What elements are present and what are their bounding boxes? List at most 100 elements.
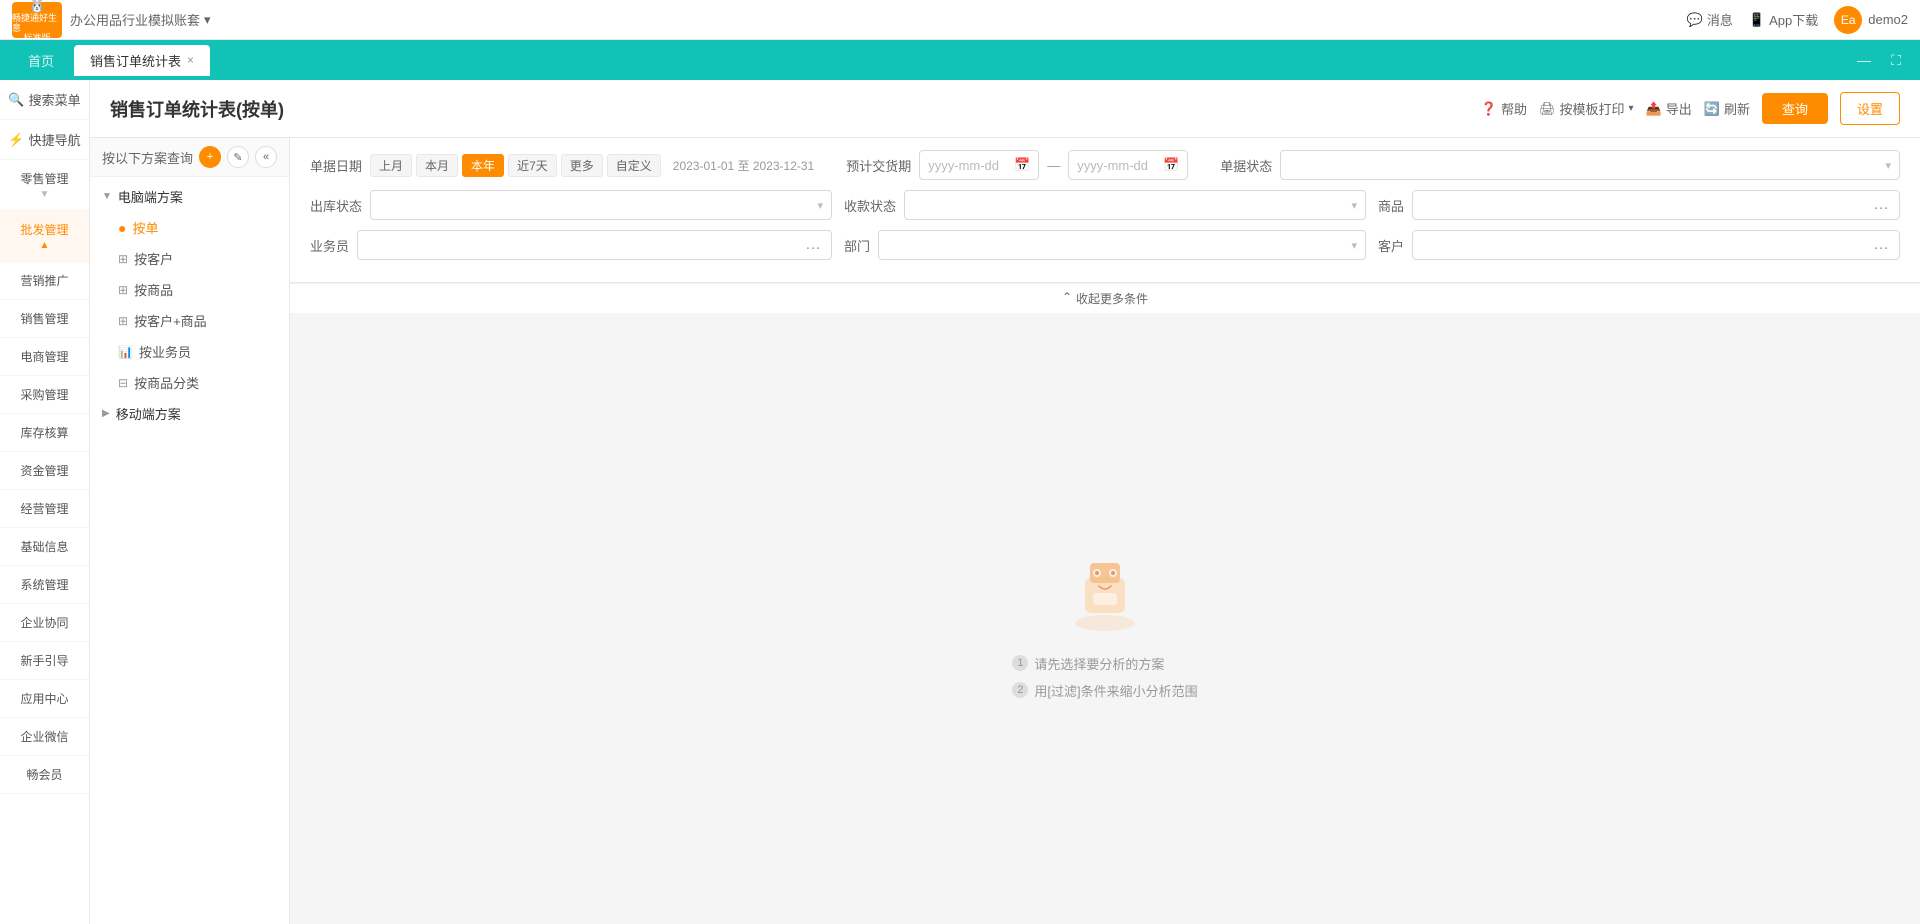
tab-sales-stats[interactable]: 销售订单统计表 × <box>74 45 210 76</box>
sidebar-item-basic[interactable]: 基础信息 <box>0 528 89 566</box>
tree-group-mobile-label: 移动端方案 <box>116 404 181 423</box>
tab-home[interactable]: 首页 <box>12 45 70 76</box>
filter-cell-dept: 部门 ▾ <box>844 230 1366 260</box>
sidebar-item-ecommerce[interactable]: 电商管理 <box>0 338 89 376</box>
sidebar-item-operations[interactable]: 经营管理 <box>0 490 89 528</box>
sidebar-item-appcenter[interactable]: 应用中心 <box>0 680 89 718</box>
sidebar-item-retail[interactable]: 零售管理 ▼ <box>0 160 89 211</box>
query-button[interactable]: 查询 <box>1762 93 1828 124</box>
set-button[interactable]: 设置 <box>1840 92 1900 125</box>
tree-item-customer-label: 按客户 <box>134 249 173 268</box>
user-area[interactable]: Ea demo2 <box>1834 6 1908 34</box>
message-label: 消息 <box>1707 10 1733 29</box>
delivery-from-input[interactable]: yyyy-mm-dd 📅 <box>919 150 1039 180</box>
date-btn-thismonth[interactable]: 本月 <box>416 154 458 177</box>
filter-cell-outstatus: 出库状态 ▾ <box>310 190 832 220</box>
goods-input[interactable]: … <box>1412 190 1900 220</box>
tree-item-by-category[interactable]: ⊟ 按商品分类 <box>90 367 289 398</box>
dept-select[interactable]: ▾ <box>878 230 1366 260</box>
help-label: 帮助 <box>1501 99 1527 118</box>
filter-cell-salesman: 业务员 … <box>310 230 832 260</box>
help-btn[interactable]: ❓ 帮助 <box>1481 99 1527 118</box>
sidebar-item-purchase[interactable]: 采购管理 <box>0 376 89 414</box>
tree-group-pc-header[interactable]: ▼ 电脑端方案 <box>90 181 289 212</box>
download-label: App下载 <box>1769 10 1818 29</box>
nav-tabs: 首页 销售订单统计表 × — ⛶ <box>0 40 1920 80</box>
collapse-bar[interactable]: ⌃ 收起更多条件 <box>290 283 1920 313</box>
delivery-label: 预计交货期 <box>846 156 911 175</box>
top-bar-right: 💬 消息 📱 App下载 Ea demo2 <box>1687 6 1908 34</box>
date-label: 单据日期 <box>310 156 362 175</box>
date-btn-more[interactable]: 更多 <box>561 154 603 177</box>
tree-item-order-label: 按单 <box>132 218 158 237</box>
sidebar-item-newuser[interactable]: 新手引导 <box>0 642 89 680</box>
sidebar-item-wechat[interactable]: 企业微信 <box>0 718 89 756</box>
tree-section: ▼ 电脑端方案 ● 按单 ⊞ 按客户 ⊞ 按商品 <box>90 177 289 433</box>
sidebar-newuser-label: 新手引导 <box>20 652 68 669</box>
tree-item-by-goods[interactable]: ⊞ 按商品 <box>90 274 289 305</box>
delivery-to-input[interactable]: yyyy-mm-dd 📅 <box>1068 150 1188 180</box>
sidebar-item-finance[interactable]: 资金管理 <box>0 452 89 490</box>
tree-item-by-order[interactable]: ● 按单 <box>90 212 289 243</box>
date-btn-custom[interactable]: 自定义 <box>607 154 661 177</box>
sidebar-item-inventory[interactable]: 库存核算 <box>0 414 89 452</box>
sidebar-item-system[interactable]: 系统管理 <box>0 566 89 604</box>
download-btn[interactable]: 📱 App下载 <box>1749 10 1818 29</box>
status-select[interactable]: ▾ <box>1280 150 1900 180</box>
export-icon: 📤 <box>1646 101 1662 117</box>
right-content: 单据日期 上月 本月 本年 近7天 更多 自定义 2023-01-01 至 20… <box>290 138 1920 924</box>
out-status-select[interactable]: ▾ <box>370 190 832 220</box>
avatar: Ea <box>1834 6 1862 34</box>
tree-item-by-customer[interactable]: ⊞ 按客户 <box>90 243 289 274</box>
panel-add-btn[interactable]: + <box>199 146 221 168</box>
message-btn[interactable]: 💬 消息 <box>1687 10 1733 29</box>
maximize-btn[interactable]: ⛶ <box>1884 48 1908 72</box>
tab-close-icon[interactable]: × <box>187 53 194 67</box>
filter-row3: 业务员 … 部门 ▾ <box>310 230 1900 260</box>
sidebar-item-sales[interactable]: 销售管理 <box>0 300 89 338</box>
refresh-btn[interactable]: 🔄 刷新 <box>1704 99 1750 118</box>
date-btn-lastmonth[interactable]: 上月 <box>370 154 412 177</box>
sidebar-operations-label: 经营管理 <box>20 500 68 517</box>
retail-arrow-icon: ▼ <box>40 189 50 200</box>
goods-more-icon: … <box>1873 196 1891 214</box>
sidebar-marketing-label: 营销推广 <box>20 272 68 289</box>
tree-expand-icon: ▼ <box>102 191 112 202</box>
tree-item-cg-label: 按客户+商品 <box>134 311 207 330</box>
export-btn[interactable]: 📤 导出 <box>1646 99 1692 118</box>
pay-status-arrow-icon: ▾ <box>1351 199 1357 212</box>
sidebar-finance-label: 资金管理 <box>20 462 68 479</box>
salesman-input[interactable]: … <box>357 230 832 260</box>
tree-group-pc: ▼ 电脑端方案 ● 按单 ⊞ 按客户 ⊞ 按商品 <box>90 181 289 398</box>
tree-item-by-salesman[interactable]: 📊 按业务员 <box>90 336 289 367</box>
sidebar-item-quicknav[interactable]: ⚡ 快捷导航 <box>0 120 89 160</box>
sidebar-item-search[interactable]: 🔍 搜索菜单 <box>0 80 89 120</box>
sidebar-item-wholesale[interactable]: 批发管理 ▲ <box>0 211 89 262</box>
date-range-display: 2023-01-01 至 2023-12-31 <box>673 157 814 174</box>
date-btn-thisyear[interactable]: 本年 <box>462 154 504 177</box>
out-status-arrow-icon: ▾ <box>817 199 823 212</box>
customer-input[interactable]: … <box>1412 230 1900 260</box>
goods-label: 商品 <box>1378 196 1404 215</box>
panel-collapse-btn[interactable]: « <box>255 146 277 168</box>
pay-status-label: 收款状态 <box>844 196 896 215</box>
sidebar-item-enterprise[interactable]: 企业协同 <box>0 604 89 642</box>
app-selector[interactable]: 办公用品行业模拟账套 ▾ <box>70 10 211 29</box>
pay-status-select[interactable]: ▾ <box>904 190 1366 220</box>
tree-item-salesman-label: 按业务员 <box>139 342 191 361</box>
logo: 🐰 畅捷通好生意 标准版 <box>12 2 62 38</box>
app-title: 办公用品行业模拟账套 <box>70 10 200 29</box>
sidebar-item-marketing[interactable]: 营销推广 <box>0 262 89 300</box>
tree-group-mobile-header[interactable]: ▶ 移动端方案 <box>90 398 289 429</box>
date-btn-7days[interactable]: 近7天 <box>508 154 557 177</box>
sidebar-quicknav-label: 快捷导航 <box>29 130 81 149</box>
tree-item-by-customer-goods[interactable]: ⊞ 按客户+商品 <box>90 305 289 336</box>
sidebar-item-member[interactable]: 畅会员 <box>0 756 89 794</box>
filter-row-date: 单据日期 上月 本月 本年 近7天 更多 自定义 2023-01-01 至 20… <box>310 150 1900 180</box>
minimize-btn[interactable]: — <box>1852 48 1876 72</box>
panel-edit-btn[interactable]: ✎ <box>227 146 249 168</box>
print-btn[interactable]: 🖨 按模板打印 ▾ <box>1539 99 1634 118</box>
collapse-icon: ⌃ <box>1062 290 1072 307</box>
tree-item-salesman-icon: 📊 <box>118 345 133 359</box>
tree-mobile-expand-icon: ▶ <box>102 408 110 419</box>
